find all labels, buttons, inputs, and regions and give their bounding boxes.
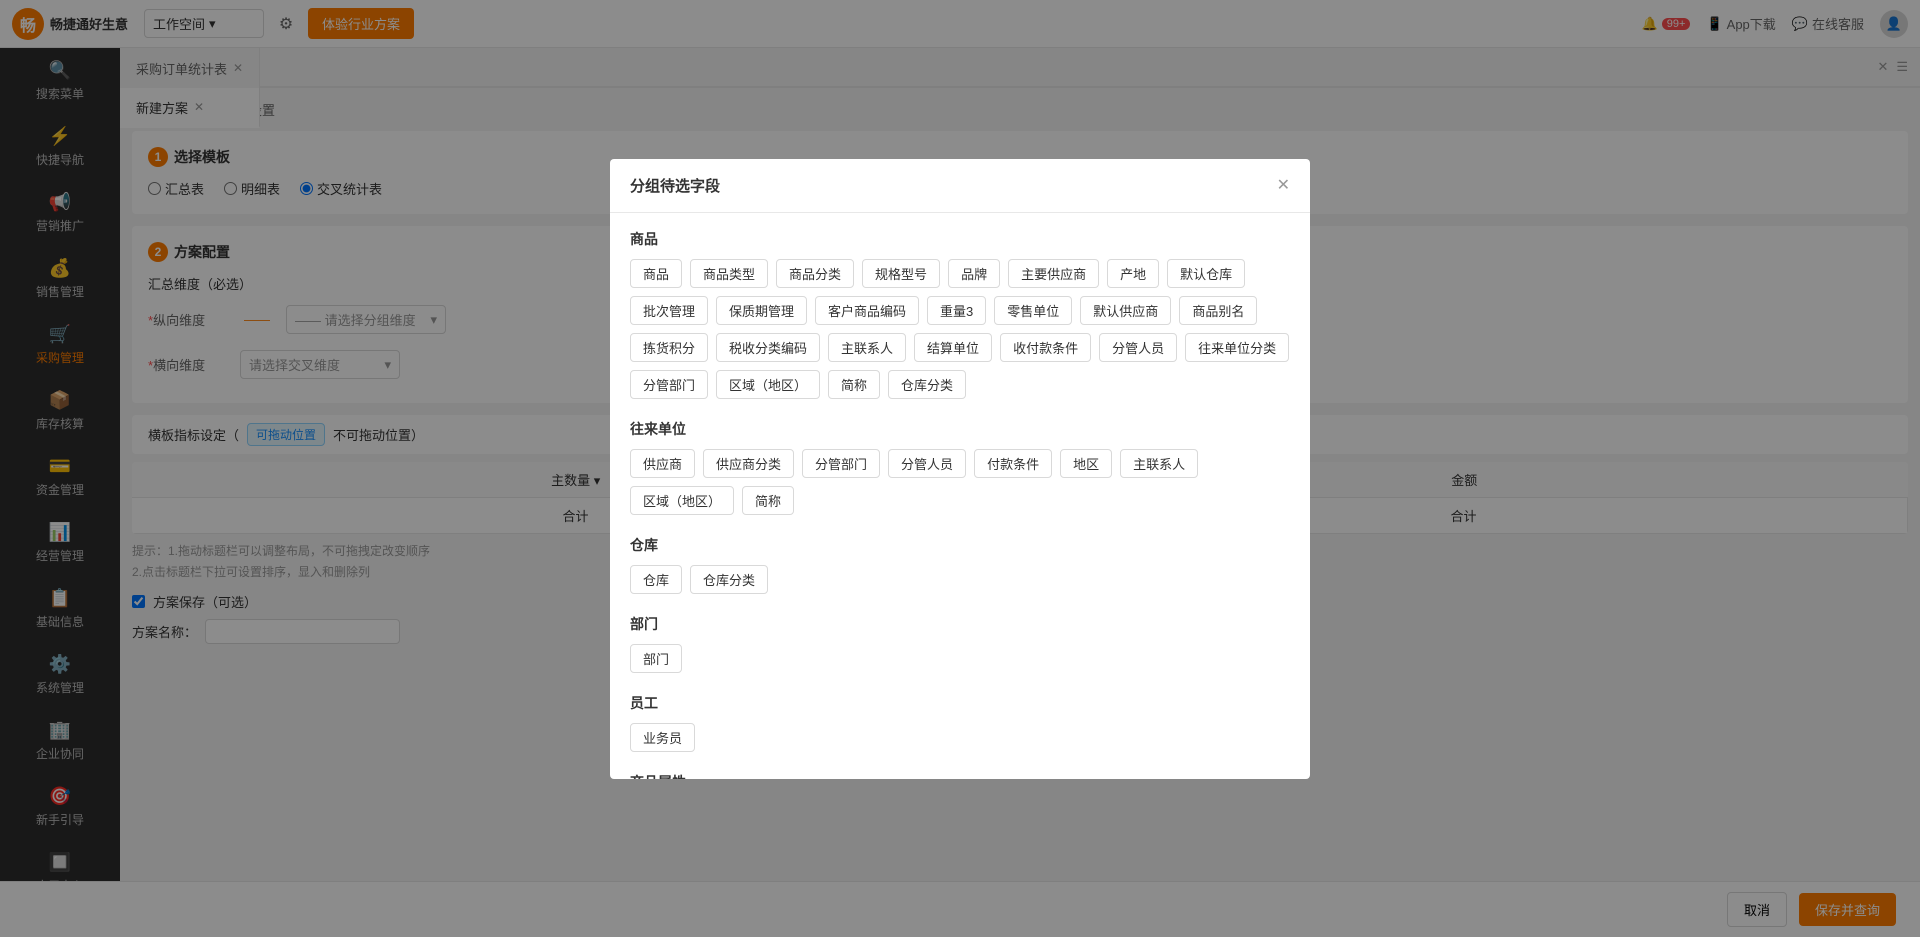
field-chip-0-12[interactable]: 零售单位 — [994, 296, 1072, 325]
field-chip-0-20[interactable]: 分管人员 — [1099, 333, 1177, 362]
field-chips-4: 业务员 — [630, 723, 1290, 752]
field-chip-0-0[interactable]: 商品 — [630, 259, 682, 288]
field-chip-0-16[interactable]: 税收分类编码 — [716, 333, 820, 362]
field-chip-1-2[interactable]: 分管部门 — [802, 449, 880, 478]
modal-overlay: 分组待选字段 ✕ 商品商品商品类型商品分类规格型号品牌主要供应商产地默认仓库批次… — [0, 0, 1920, 937]
field-chip-0-18[interactable]: 结算单位 — [914, 333, 992, 362]
field-chip-0-25[interactable]: 仓库分类 — [888, 370, 966, 399]
field-chip-0-23[interactable]: 区域（地区） — [716, 370, 820, 399]
field-chip-0-10[interactable]: 客户商品编码 — [815, 296, 919, 325]
field-group-title-3: 部门 — [630, 614, 1290, 634]
field-chip-0-22[interactable]: 分管部门 — [630, 370, 708, 399]
modal-close-button[interactable]: ✕ — [1277, 175, 1290, 195]
field-group-4: 员工业务员 — [630, 693, 1290, 752]
field-chips-1: 供应商供应商分类分管部门分管人员付款条件地区主联系人区域（地区） 简称 — [630, 449, 1290, 515]
field-chip-0-14[interactable]: 商品别名 — [1179, 296, 1257, 325]
field-chip-4-0[interactable]: 业务员 — [630, 723, 695, 752]
field-chips-2: 仓库仓库分类 — [630, 565, 1290, 594]
field-group-title-0: 商品 — [630, 229, 1290, 249]
field-chip-1-8[interactable]: 简称 — [742, 486, 794, 515]
field-chips-3: 部门 — [630, 644, 1290, 673]
field-chip-0-7[interactable]: 默认仓库 — [1167, 259, 1245, 288]
field-chip-0-21[interactable]: 往来单位分类 — [1185, 333, 1289, 362]
field-chip-1-0[interactable]: 供应商 — [630, 449, 695, 478]
field-chip-3-0[interactable]: 部门 — [630, 644, 682, 673]
field-group-2: 仓库仓库仓库分类 — [630, 535, 1290, 594]
field-chip-1-7[interactable]: 区域（地区） — [630, 486, 734, 515]
field-chip-1-5[interactable]: 地区 — [1060, 449, 1112, 478]
modal-body: 商品商品商品类型商品分类规格型号品牌主要供应商产地默认仓库批次管理保质期管理客户… — [610, 213, 1310, 779]
field-chip-0-1[interactable]: 商品类型 — [690, 259, 768, 288]
field-chip-0-2[interactable]: 商品分类 — [776, 259, 854, 288]
field-group-title-4: 员工 — [630, 693, 1290, 713]
field-group-0: 商品商品商品类型商品分类规格型号品牌主要供应商产地默认仓库批次管理保质期管理客户… — [630, 229, 1290, 399]
field-chip-0-11[interactable]: 重量3 — [927, 296, 986, 325]
field-chip-0-17[interactable]: 主联系人 — [828, 333, 906, 362]
field-chip-0-8[interactable]: 批次管理 — [630, 296, 708, 325]
modal-title: 分组待选字段 — [630, 175, 720, 196]
field-chip-0-4[interactable]: 品牌 — [948, 259, 1000, 288]
field-group-title-2: 仓库 — [630, 535, 1290, 555]
field-chip-2-1[interactable]: 仓库分类 — [690, 565, 768, 594]
field-group-1: 往来单位供应商供应商分类分管部门分管人员付款条件地区主联系人区域（地区） 简称 — [630, 419, 1290, 515]
field-chip-1-3[interactable]: 分管人员 — [888, 449, 966, 478]
field-chip-0-15[interactable]: 拣货积分 — [630, 333, 708, 362]
field-group-5: 商品属性属性颜色多规格尺码鞋码1 — [630, 772, 1290, 779]
field-group-title-1: 往来单位 — [630, 419, 1290, 439]
field-chip-0-19[interactable]: 收付款条件 — [1000, 333, 1091, 362]
field-chip-0-9[interactable]: 保质期管理 — [716, 296, 807, 325]
field-chip-0-13[interactable]: 默认供应商 — [1080, 296, 1171, 325]
field-chip-1-1[interactable]: 供应商分类 — [703, 449, 794, 478]
field-chip-0-5[interactable]: 主要供应商 — [1008, 259, 1099, 288]
field-chip-2-0[interactable]: 仓库 — [630, 565, 682, 594]
field-chips-0: 商品商品类型商品分类规格型号品牌主要供应商产地默认仓库批次管理保质期管理客户商品… — [630, 259, 1290, 399]
field-group-title-5: 商品属性 — [630, 772, 1290, 779]
field-chip-0-24[interactable]: 简称 — [828, 370, 880, 399]
field-chip-0-3[interactable]: 规格型号 — [862, 259, 940, 288]
modal-dialog: 分组待选字段 ✕ 商品商品商品类型商品分类规格型号品牌主要供应商产地默认仓库批次… — [610, 159, 1310, 779]
modal-header: 分组待选字段 ✕ — [610, 159, 1310, 213]
field-chip-1-6[interactable]: 主联系人 — [1120, 449, 1198, 478]
field-chip-0-6[interactable]: 产地 — [1107, 259, 1159, 288]
field-chip-1-4[interactable]: 付款条件 — [974, 449, 1052, 478]
field-group-3: 部门部门 — [630, 614, 1290, 673]
